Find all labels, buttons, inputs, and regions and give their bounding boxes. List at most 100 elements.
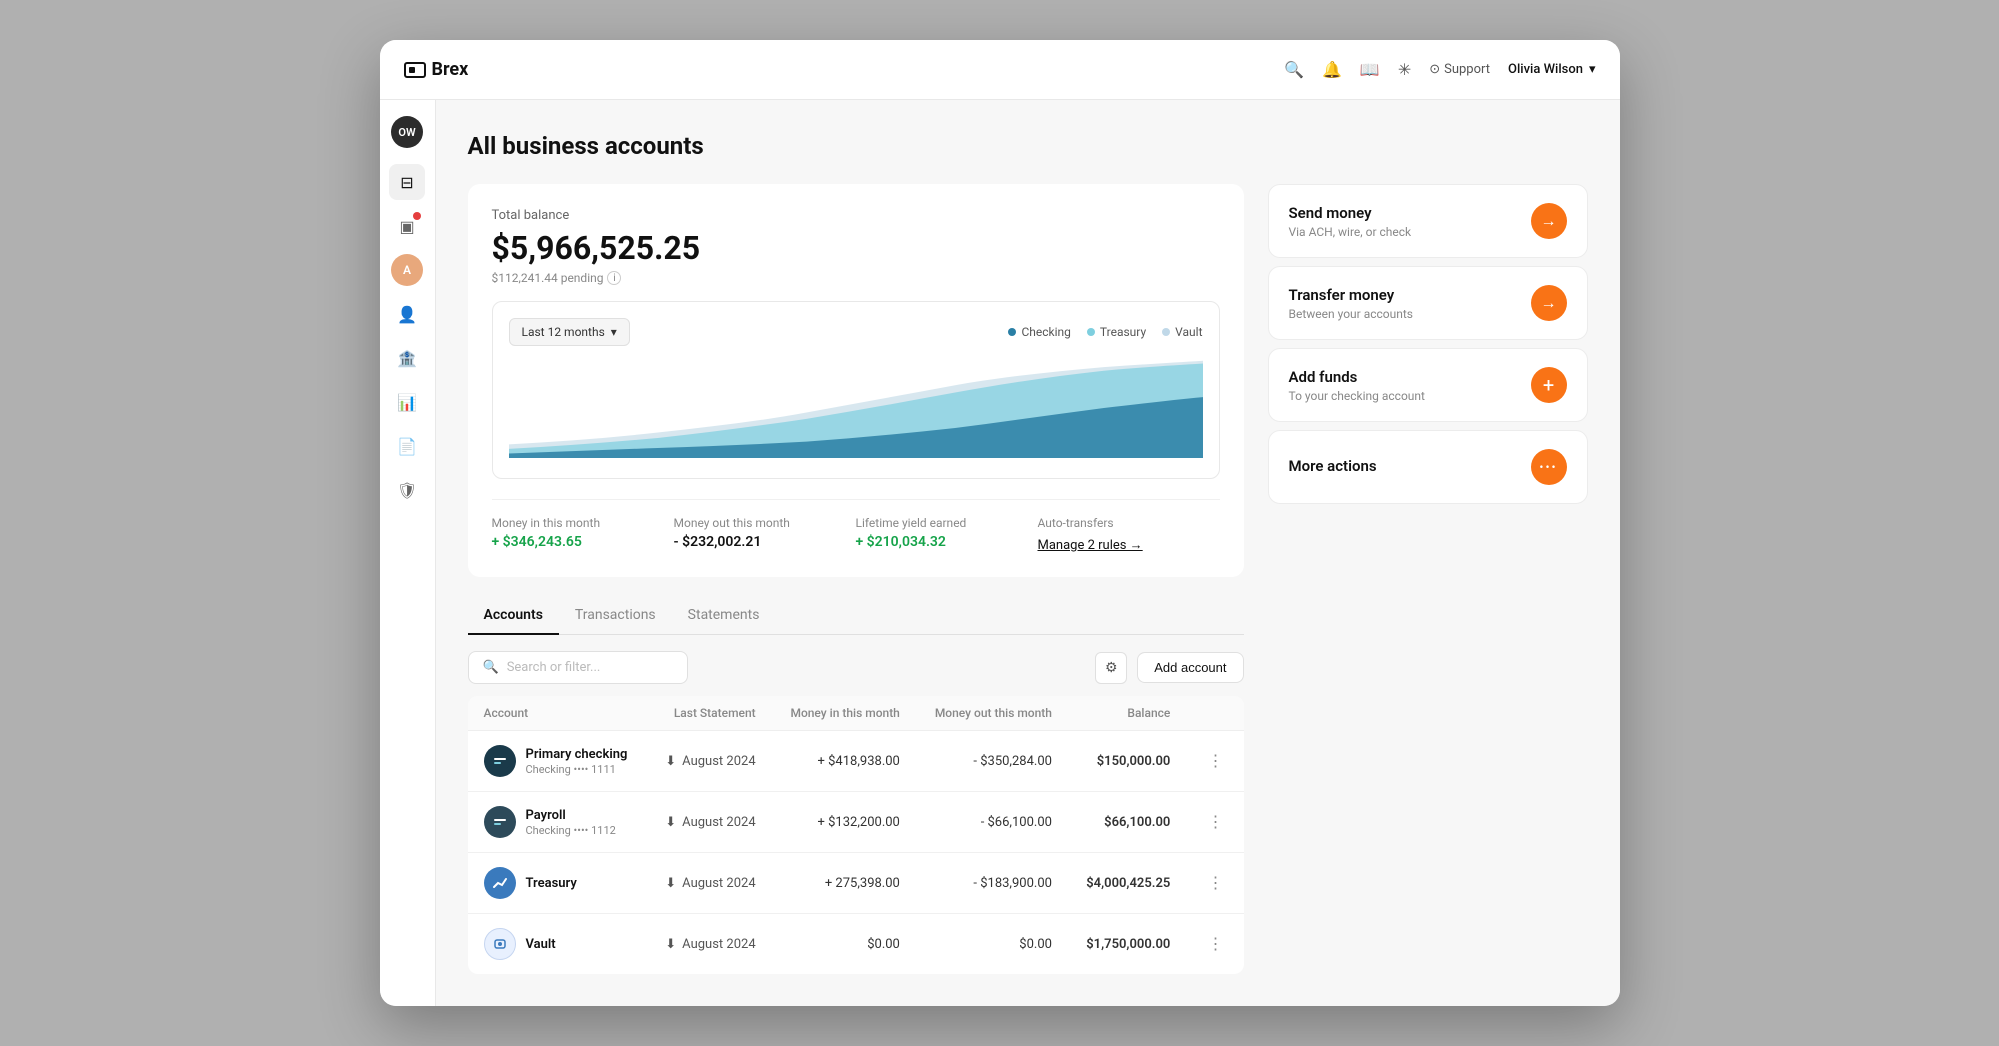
row-actions-cell: ⋮ <box>1186 792 1243 853</box>
send-money-button[interactable]: → <box>1531 203 1567 239</box>
main-content: All business accounts Total balance $5,9… <box>436 100 1620 1006</box>
stat-money-in-value: + $346,243.65 <box>492 534 658 550</box>
account-sub: Checking •••• 1111 <box>526 763 628 776</box>
money-out-cell: - $183,900.00 <box>916 853 1068 914</box>
statement-value: ⬇ August 2024 <box>663 876 756 891</box>
more-actions-button[interactable]: ••• <box>1531 449 1567 485</box>
chart-filter-dropdown[interactable]: Last 12 months ▾ <box>509 318 630 346</box>
send-money-subtitle: Via ACH, wire, or check <box>1289 225 1412 239</box>
shield-icon: 🛡 <box>397 481 417 500</box>
row-more-button[interactable]: ⋮ <box>1204 930 1228 958</box>
search-box[interactable]: 🔍 Search or filter... <box>468 651 688 684</box>
chevron-down-icon: ▾ <box>1589 62 1596 77</box>
pending-amount: $112,241.44 pending i <box>492 271 1220 285</box>
account-cell: Primary checking Checking •••• 1111 <box>468 731 647 792</box>
tab-transactions[interactable]: Transactions <box>559 597 672 635</box>
main-layout: OW ⊟ ▣ A 👤 🏦 📊 📄 � <box>380 100 1620 1006</box>
more-actions-card[interactable]: More actions ••• <box>1268 430 1588 504</box>
download-icon[interactable]: ⬇ <box>665 815 676 830</box>
table-row: Vault ⬇ August 2024 $0.00 $0.00 $1,750,0… <box>468 914 1244 975</box>
search-icon[interactable]: 🔍 <box>1284 60 1304 79</box>
analytics-icon: 📊 <box>397 393 417 412</box>
account-icon <box>484 928 516 960</box>
send-money-card[interactable]: Send money Via ACH, wire, or check → <box>1268 184 1588 258</box>
sidebar-item-home[interactable]: ⊟ <box>389 164 425 200</box>
transfer-money-card[interactable]: Transfer money Between your accounts → <box>1268 266 1588 340</box>
support-link[interactable]: ⊙ Support <box>1429 62 1490 77</box>
statement-cell: ⬇ August 2024 <box>647 914 772 975</box>
brex-logo-text: Brex <box>432 59 469 80</box>
statement-value: ⬇ August 2024 <box>663 754 756 769</box>
add-account-button[interactable]: Add account <box>1137 652 1243 683</box>
money-out-cell: $0.00 <box>916 914 1068 975</box>
info-icon[interactable]: i <box>607 271 621 285</box>
gear-icon: ⚙ <box>1105 660 1118 676</box>
legend-label-treasury: Treasury <box>1100 325 1146 339</box>
sidebar-item-activity[interactable]: A <box>389 252 425 288</box>
row-more-button[interactable]: ⋮ <box>1204 869 1228 897</box>
money-out-cell: - $350,284.00 <box>916 731 1068 792</box>
legend-dot-treasury <box>1087 328 1095 336</box>
table-row: Primary checking Checking •••• 1111 ⬇ Au… <box>468 731 1244 792</box>
sidebar-item-contacts[interactable]: 👤 <box>389 296 425 332</box>
notification-badge <box>413 212 421 220</box>
total-balance-label: Total balance <box>492 208 1220 223</box>
add-funds-title: Add funds <box>1289 368 1425 386</box>
col-header-money-out: Money out this month <box>916 696 1068 731</box>
sidebar-item-analytics[interactable]: 📊 <box>389 384 425 420</box>
sidebar-item-cards[interactable]: ▣ <box>389 208 425 244</box>
sidebar-item-security[interactable]: 🛡 <box>389 472 425 508</box>
sidebar: OW ⊟ ▣ A 👤 🏦 📊 📄 � <box>380 100 436 1006</box>
bell-icon[interactable]: 🔔 <box>1322 60 1342 79</box>
stat-money-in: Money in this month + $346,243.65 <box>492 516 674 553</box>
download-icon[interactable]: ⬇ <box>665 754 676 769</box>
tab-statements[interactable]: Statements <box>672 597 776 635</box>
sidebar-avatar[interactable]: OW <box>391 116 423 148</box>
account-name: Vault <box>526 937 556 952</box>
balance-chart <box>509 358 1203 458</box>
add-funds-card[interactable]: Add funds To your checking account + <box>1268 348 1588 422</box>
stats-row: Money in this month + $346,243.65 Money … <box>492 499 1220 553</box>
statement-cell: ⬇ August 2024 <box>647 792 772 853</box>
brex-logo[interactable]: Brex <box>404 59 469 80</box>
download-icon[interactable]: ⬇ <box>665 937 676 952</box>
docs-icon: 📄 <box>397 437 417 456</box>
row-more-button[interactable]: ⋮ <box>1204 808 1228 836</box>
account-name: Payroll <box>526 808 616 823</box>
page-title: All business accounts <box>468 132 1588 160</box>
sidebar-item-docs[interactable]: 📄 <box>389 428 425 464</box>
money-in-cell: + 275,398.00 <box>772 853 916 914</box>
table-header: Account Last Statement Money in this mon… <box>468 696 1244 731</box>
row-actions-cell: ⋮ <box>1186 731 1243 792</box>
stat-autotransfers: Auto-transfers Manage 2 rules → <box>1038 516 1220 553</box>
account-details: Treasury <box>526 876 577 891</box>
legend-label-checking: Checking <box>1021 325 1070 339</box>
chart-container: Last 12 months ▾ Checking <box>492 301 1220 479</box>
star-icon[interactable]: ✳ <box>1398 60 1411 79</box>
chevron-down-icon: ▾ <box>611 325 617 339</box>
account-cell: Treasury <box>468 853 647 914</box>
top-nav: Brex 🔍 🔔 📖 ✳ ⊙ Support Olivia Wilson ▾ <box>380 40 1620 100</box>
account-details: Primary checking Checking •••• 1111 <box>526 747 628 776</box>
bookmark-icon[interactable]: 📖 <box>1360 60 1380 79</box>
gear-settings-button[interactable]: ⚙ <box>1095 652 1127 684</box>
account-details: Payroll Checking •••• 1112 <box>526 808 616 837</box>
account-info: Primary checking Checking •••• 1111 <box>484 745 631 777</box>
balance-section: Total balance $5,966,525.25 $112,241.44 … <box>468 184 1244 577</box>
add-funds-button[interactable]: + <box>1531 367 1567 403</box>
row-more-button[interactable]: ⋮ <box>1204 747 1228 775</box>
tab-accounts[interactable]: Accounts <box>468 597 559 635</box>
balance-cell: $1,750,000.00 <box>1068 914 1186 975</box>
contacts-icon: 👤 <box>397 305 417 324</box>
manage-rules-link[interactable]: Manage 2 rules → <box>1038 537 1143 553</box>
user-menu[interactable]: Olivia Wilson ▾ <box>1508 62 1596 77</box>
transfer-money-button[interactable]: → <box>1531 285 1567 321</box>
pending-text: $112,241.44 pending <box>492 271 604 285</box>
stat-money-out-value: - $232,002.21 <box>674 534 840 550</box>
transfer-money-subtitle: Between your accounts <box>1289 307 1414 321</box>
nav-actions: 🔍 🔔 📖 ✳ ⊙ Support Olivia Wilson ▾ <box>1284 60 1595 79</box>
download-icon[interactable]: ⬇ <box>665 876 676 891</box>
chart-filter-label: Last 12 months <box>522 325 605 339</box>
sidebar-item-accounts[interactable]: 🏦 <box>389 340 425 376</box>
tabs-section: Accounts Transactions Statements 🔍 Searc… <box>468 597 1244 974</box>
